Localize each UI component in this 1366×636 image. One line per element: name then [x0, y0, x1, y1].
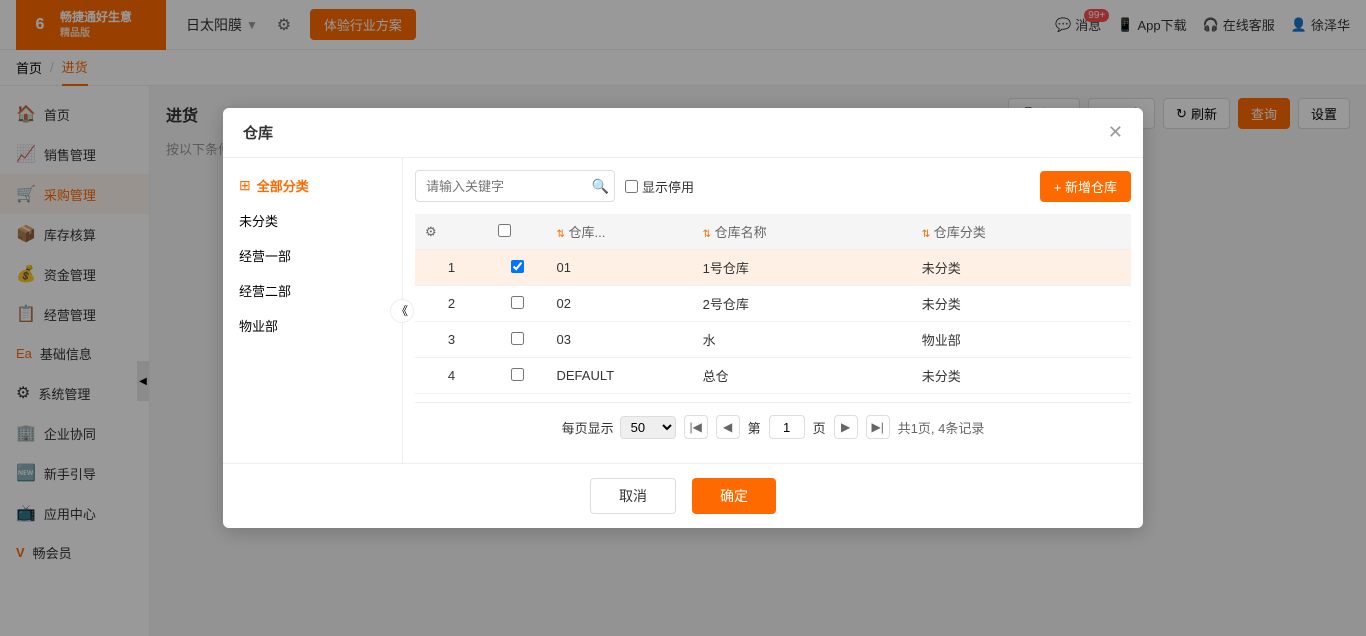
add-warehouse-button[interactable]: + 新增仓库 [1040, 171, 1131, 202]
next-page-button[interactable]: ▶ [834, 415, 858, 439]
sort-icon: ⇅ [556, 229, 564, 240]
row-code: DEFAULT [546, 358, 692, 394]
row-category: 未分类 [912, 358, 1131, 394]
row-checkbox[interactable] [488, 286, 546, 322]
sort-icon: ⇅ [922, 229, 930, 240]
show-disabled-checkbox[interactable] [625, 180, 638, 193]
th-name: ⇅ 仓库名称 [693, 214, 912, 250]
row-number: 1 [415, 250, 488, 286]
show-disabled-text: 显示停用 [642, 177, 694, 196]
sort-icon: ⇅ [703, 229, 711, 240]
page-number-input[interactable] [769, 415, 805, 439]
row-number: 4 [415, 358, 488, 394]
category-item-unclassified[interactable]: 未分类 [223, 203, 402, 238]
search-input-wrap: 🔍 [415, 170, 615, 202]
prev-page-button[interactable]: ◀ [716, 415, 740, 439]
per-page-select[interactable]: 50 100 200 [620, 416, 676, 439]
row-category: 未分类 [912, 250, 1131, 286]
table-container: ⚙ ⇅ 仓库... ⇅ [415, 214, 1131, 394]
table-row[interactable]: 4 DEFAULT 总仓 未分类 [415, 358, 1131, 394]
row-checkbox[interactable] [488, 250, 546, 286]
per-page-label: 每页显示 [562, 418, 614, 437]
table-row[interactable]: 2 02 2号仓库 未分类 [415, 286, 1131, 322]
row-code: 01 [546, 250, 692, 286]
row-number: 2 [415, 286, 488, 322]
last-page-button[interactable]: ▶| [866, 415, 890, 439]
search-icon[interactable]: 🔍 [592, 178, 609, 195]
th-checkbox [488, 214, 546, 250]
table-row[interactable]: 3 03 水 物业部 [415, 322, 1131, 358]
search-input[interactable] [415, 170, 615, 202]
th-category: ⇅ 仓库分类 [912, 214, 1131, 250]
dialog-header: 仓库 ✕ [223, 108, 1143, 158]
grid-icon: ⊞ [239, 177, 251, 194]
dialog-overlay: 仓库 ✕ 《 ⊞ 全部分类 未分类 经营一部 经营二部 [0, 0, 1366, 636]
th-code: ⇅ 仓库... [546, 214, 692, 250]
category-panel: 《 ⊞ 全部分类 未分类 经营一部 经营二部 物业部 [223, 158, 403, 463]
show-disabled-label[interactable]: 显示停用 [625, 177, 694, 196]
dialog-footer: 取消 确定 [223, 463, 1143, 528]
th-settings: ⚙ [415, 214, 488, 250]
category-label: 未分类 [239, 211, 278, 230]
dialog-body: 《 ⊞ 全部分类 未分类 经营一部 经营二部 物业部 [223, 158, 1143, 463]
total-count: 共1页, 4条记录 [898, 418, 985, 437]
confirm-button[interactable]: 确定 [692, 478, 776, 514]
pagination: 每页显示 50 100 200 |◀ ◀ 第 页 ▶ ▶| 共1页, 4条记录 [415, 402, 1131, 451]
row-category: 物业部 [912, 322, 1131, 358]
warehouse-dialog: 仓库 ✕ 《 ⊞ 全部分类 未分类 经营一部 经营二部 [223, 108, 1143, 528]
table-row[interactable]: 1 01 1号仓库 未分类 [415, 250, 1131, 286]
select-all-checkbox[interactable] [498, 224, 511, 237]
category-label: 经营二部 [239, 281, 291, 300]
row-checkbox[interactable] [488, 322, 546, 358]
row-name: 1号仓库 [693, 250, 912, 286]
row-checkbox[interactable] [488, 358, 546, 394]
category-label: 经营一部 [239, 246, 291, 265]
warehouse-table: ⚙ ⇅ 仓库... ⇅ [415, 214, 1131, 394]
row-code: 02 [546, 286, 692, 322]
dialog-close-button[interactable]: ✕ [1108, 122, 1123, 143]
page-label: 第 [748, 418, 761, 437]
cancel-button[interactable]: 取消 [590, 478, 676, 514]
gear-icon: ⚙ [425, 224, 437, 239]
category-item-operations-2[interactable]: 经营二部 [223, 273, 402, 308]
row-code: 03 [546, 322, 692, 358]
page-size-selector: 每页显示 50 100 200 [562, 416, 676, 439]
row-name: 2号仓库 [693, 286, 912, 322]
dialog-title: 仓库 [243, 122, 273, 143]
category-all-item[interactable]: ⊞ 全部分类 [223, 168, 402, 203]
page-unit: 页 [813, 418, 826, 437]
row-number: 3 [415, 322, 488, 358]
category-label: 物业部 [239, 316, 278, 335]
category-all-label: 全部分类 [257, 176, 309, 195]
category-item-property[interactable]: 物业部 [223, 308, 402, 343]
table-panel: 🔍 显示停用 + 新增仓库 ⚙ [403, 158, 1143, 463]
row-name: 总仓 [693, 358, 912, 394]
collapse-button[interactable]: 《 [390, 299, 414, 323]
first-page-button[interactable]: |◀ [684, 415, 708, 439]
row-name: 水 [693, 322, 912, 358]
row-category: 未分类 [912, 286, 1131, 322]
search-bar: 🔍 显示停用 + 新增仓库 [415, 170, 1131, 202]
category-item-operations-1[interactable]: 经营一部 [223, 238, 402, 273]
